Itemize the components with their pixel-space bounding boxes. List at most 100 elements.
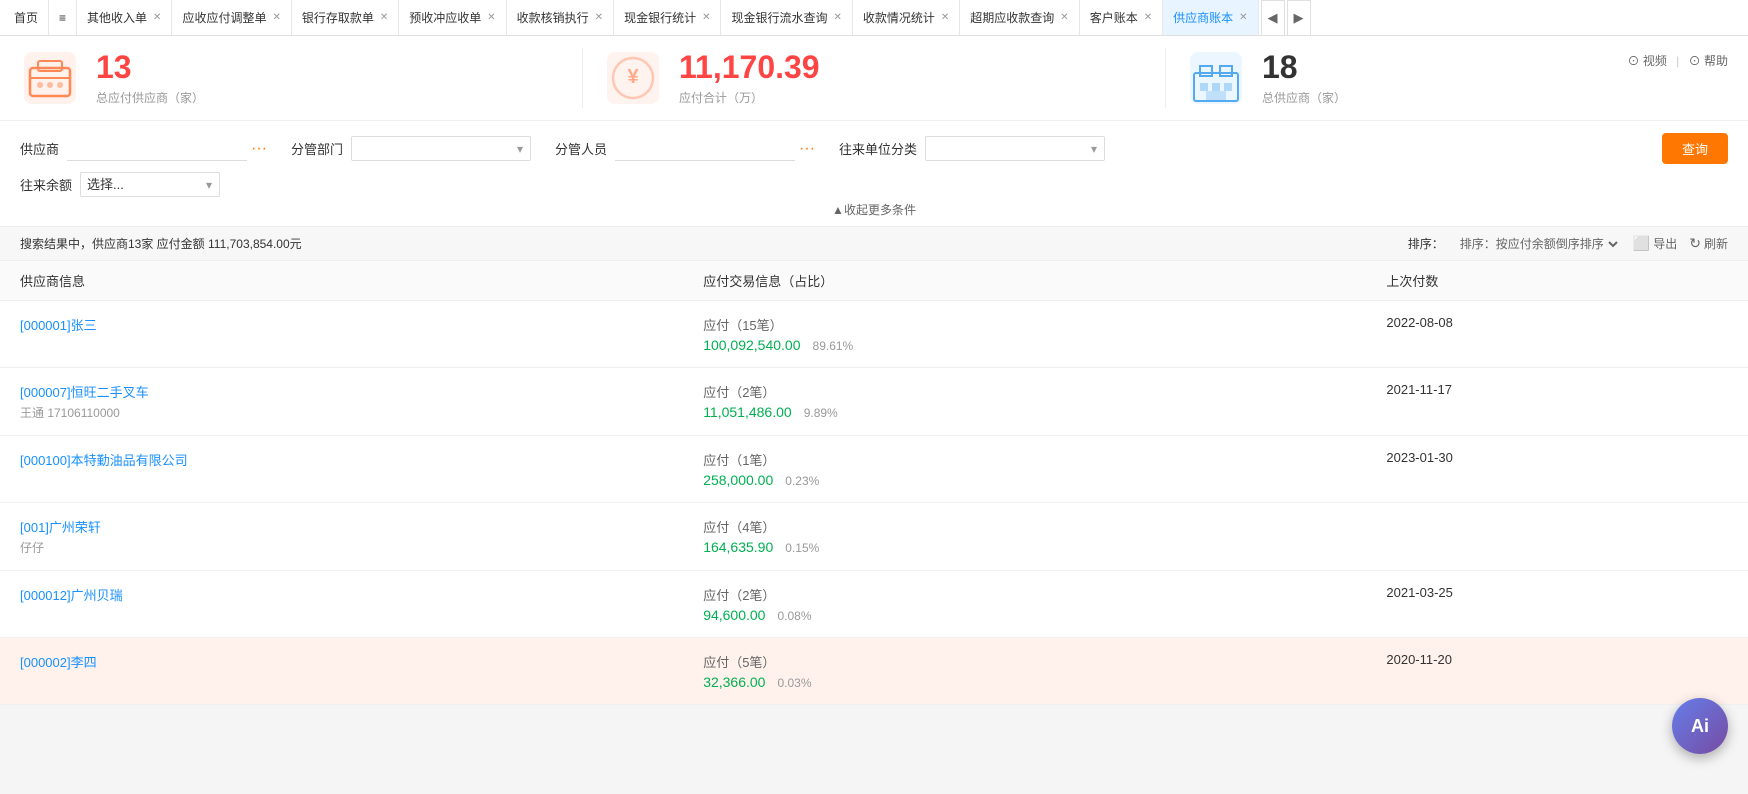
nav-tab-advance[interactable]: 预收冲应收单 ✕ [399, 0, 506, 35]
stat-payable-total-info: 11,170.39 应付合计（万） [679, 50, 820, 106]
nav-tab-cash-flow[interactable]: 现金银行流水查询 ✕ [721, 0, 852, 35]
last-pay-col: 2021-03-25 [1386, 585, 1728, 600]
supplier-info-col: [000001]张三 [20, 315, 703, 337]
video-link[interactable]: ⊙ 视频 [1627, 54, 1666, 68]
pay-count-label: 应付（2笔） [703, 585, 1386, 604]
close-icon[interactable]: ✕ [153, 12, 161, 23]
filter-category: 往来单位分类 [839, 136, 1105, 161]
close-icon[interactable]: ✕ [272, 12, 280, 23]
last-pay-date: 2021-03-25 [1386, 585, 1453, 600]
ai-float-button[interactable]: Ai [1672, 698, 1728, 754]
total-suppliers-label: 总供应商（家） [1262, 89, 1346, 106]
supplier-input[interactable] [67, 137, 247, 161]
supplier-info-col: [000007]恒旺二手叉车 王通 17106110000 [20, 382, 703, 421]
stat-payable-suppliers: 13 总应付供应商（家） [20, 48, 562, 108]
help-link[interactable]: ⊙ 帮助 [1689, 54, 1728, 68]
export-button[interactable]: ⬜ 导出 [1633, 235, 1677, 252]
col-header-supplier: 供应商信息 [20, 271, 703, 290]
result-bar: 搜索结果中，供应商13家 应付金额 111,703,854.00元 排序： 排序… [0, 227, 1748, 261]
close-icon[interactable]: ✕ [702, 12, 710, 23]
refresh-button[interactable]: ↻ 刷新 [1689, 235, 1728, 252]
pay-count-label: 应付（2笔） [703, 382, 1386, 401]
pay-amount: 164,635.90 [703, 539, 773, 555]
dept-select[interactable] [351, 136, 531, 161]
nav-tab-verify[interactable]: 收款核销执行 ✕ [507, 0, 614, 35]
last-pay-col: 2021-11-17 [1386, 382, 1728, 397]
table-row: [001]广州荣轩 仔仔 应付（4笔） 164,635.90 0.15% [0, 503, 1748, 571]
person-dots-icon[interactable]: ··· [799, 140, 815, 158]
balance-select[interactable]: 选择... [80, 172, 220, 197]
supplier-link[interactable]: [001]广州荣轩 [20, 520, 101, 535]
supplier-info-col: [000100]本特勤油品有限公司 [20, 450, 703, 472]
collapse-button[interactable]: ▲ 收起更多条件 [832, 201, 916, 218]
supplier-link[interactable]: [000001]张三 [20, 318, 97, 333]
filter-row-2: 往来余额 选择... [20, 172, 1728, 197]
nav-tab-menu[interactable]: ≡ [49, 0, 77, 35]
close-icon[interactable]: ✕ [380, 12, 388, 23]
nav-tab-receipt-stats[interactable]: 收款情况统计 ✕ [853, 0, 960, 35]
supplier-link[interactable]: [000002]李四 [20, 655, 97, 670]
person-input[interactable] [615, 137, 795, 161]
table-row: [000002]李四 应付（5笔） 32,366.00 0.03% 2020-1… [0, 638, 1748, 705]
pay-percent: 0.15% [785, 541, 819, 555]
svg-text:¥: ¥ [627, 66, 639, 88]
nav-tab-overdue[interactable]: 超期应收款查询 ✕ [960, 0, 1079, 35]
close-icon[interactable]: ✕ [595, 12, 603, 23]
close-icon[interactable]: ✕ [1060, 12, 1068, 23]
nav-tab-bank[interactable]: 银行存取款单 ✕ [292, 0, 399, 35]
category-select-wrapper [925, 136, 1105, 161]
refresh-icon: ↻ [1689, 235, 1701, 252]
payable-total-icon: ¥ [603, 48, 663, 108]
pay-info-col: 应付（5笔） 32,366.00 0.03% [703, 652, 1386, 690]
sort-select[interactable]: 排序：按应付余额倒序排序 [1456, 236, 1621, 252]
nav-tab-adjust[interactable]: 应收应付调整单 ✕ [172, 0, 291, 35]
pay-info-col: 应付（2笔） 11,051,486.00 9.89% [703, 382, 1386, 420]
ai-label: Ai [1691, 716, 1709, 737]
pay-amount: 11,051,486.00 [703, 404, 792, 420]
export-icon: ⬜ [1633, 235, 1650, 252]
table-row: [000001]张三 应付（15笔） 100,092,540.00 89.61%… [0, 301, 1748, 368]
pay-count-label: 应付（15笔） [703, 315, 1386, 334]
col-header-payinfo: 应付交易信息（占比） [703, 271, 1386, 290]
category-select[interactable] [925, 136, 1105, 161]
filter-supplier: 供应商 ··· [20, 137, 267, 161]
nav-scroll-right[interactable]: ▶ [1287, 0, 1311, 36]
close-icon[interactable]: ✕ [1239, 12, 1247, 23]
pay-row: 94,600.00 0.08% [703, 604, 1386, 623]
nav-tab-cash-stats[interactable]: 现金银行统计 ✕ [614, 0, 721, 35]
stat-total-suppliers-info: 18 总供应商（家） [1262, 50, 1346, 106]
pay-count-label: 应付（5笔） [703, 652, 1386, 671]
nav-tab-home[interactable]: 首页 [4, 0, 49, 35]
filter-dept: 分管部门 [291, 136, 531, 161]
payable-total-label: 应付合计（万） [679, 89, 820, 106]
supplier-contact: 王通 17106110000 [20, 404, 703, 421]
last-pay-date: 2021-11-17 [1386, 382, 1452, 397]
pay-percent: 0.23% [785, 474, 819, 488]
balance-label: 往来余额 [20, 175, 72, 194]
last-pay-date: 2022-08-08 [1386, 315, 1453, 330]
nav-tab-supplier-book[interactable]: 供应商账本 ✕ [1163, 0, 1258, 35]
supplier-dots-icon[interactable]: ··· [251, 140, 267, 158]
balance-select-wrapper: 选择... [80, 172, 220, 197]
pay-amount: 94,600.00 [703, 607, 765, 623]
pay-amount: 258,000.00 [703, 472, 773, 488]
nav-scroll-left[interactable]: ◀ [1261, 0, 1285, 36]
nav-tab-other-income[interactable]: 其他收入单 ✕ [77, 0, 172, 35]
close-icon[interactable]: ✕ [941, 12, 949, 23]
close-icon[interactable]: ✕ [487, 12, 495, 23]
supplier-link[interactable]: [000007]恒旺二手叉车 [20, 385, 149, 400]
payable-suppliers-icon [20, 48, 80, 108]
nav-tab-customer-book[interactable]: 客户账本 ✕ [1080, 0, 1163, 35]
close-icon[interactable]: ✕ [833, 12, 841, 23]
supplier-contact: 仔仔 [20, 539, 703, 556]
query-button[interactable]: 查询 [1662, 133, 1728, 164]
pay-amount: 32,366.00 [703, 674, 765, 690]
last-pay-col: 2022-08-08 [1386, 315, 1728, 330]
supplier-link[interactable]: [000012]广州贝瑞 [20, 588, 123, 603]
top-navigation: 首页 ≡ 其他收入单 ✕ 应收应付调整单 ✕ 银行存取款单 ✕ 预收冲应收单 ✕… [0, 0, 1748, 36]
payable-suppliers-number: 13 [96, 50, 204, 85]
pay-count-label: 应付（4笔） [703, 517, 1386, 536]
stat-divider-1 [582, 48, 583, 108]
close-icon[interactable]: ✕ [1144, 12, 1152, 23]
supplier-link[interactable]: [000100]本特勤油品有限公司 [20, 453, 188, 468]
